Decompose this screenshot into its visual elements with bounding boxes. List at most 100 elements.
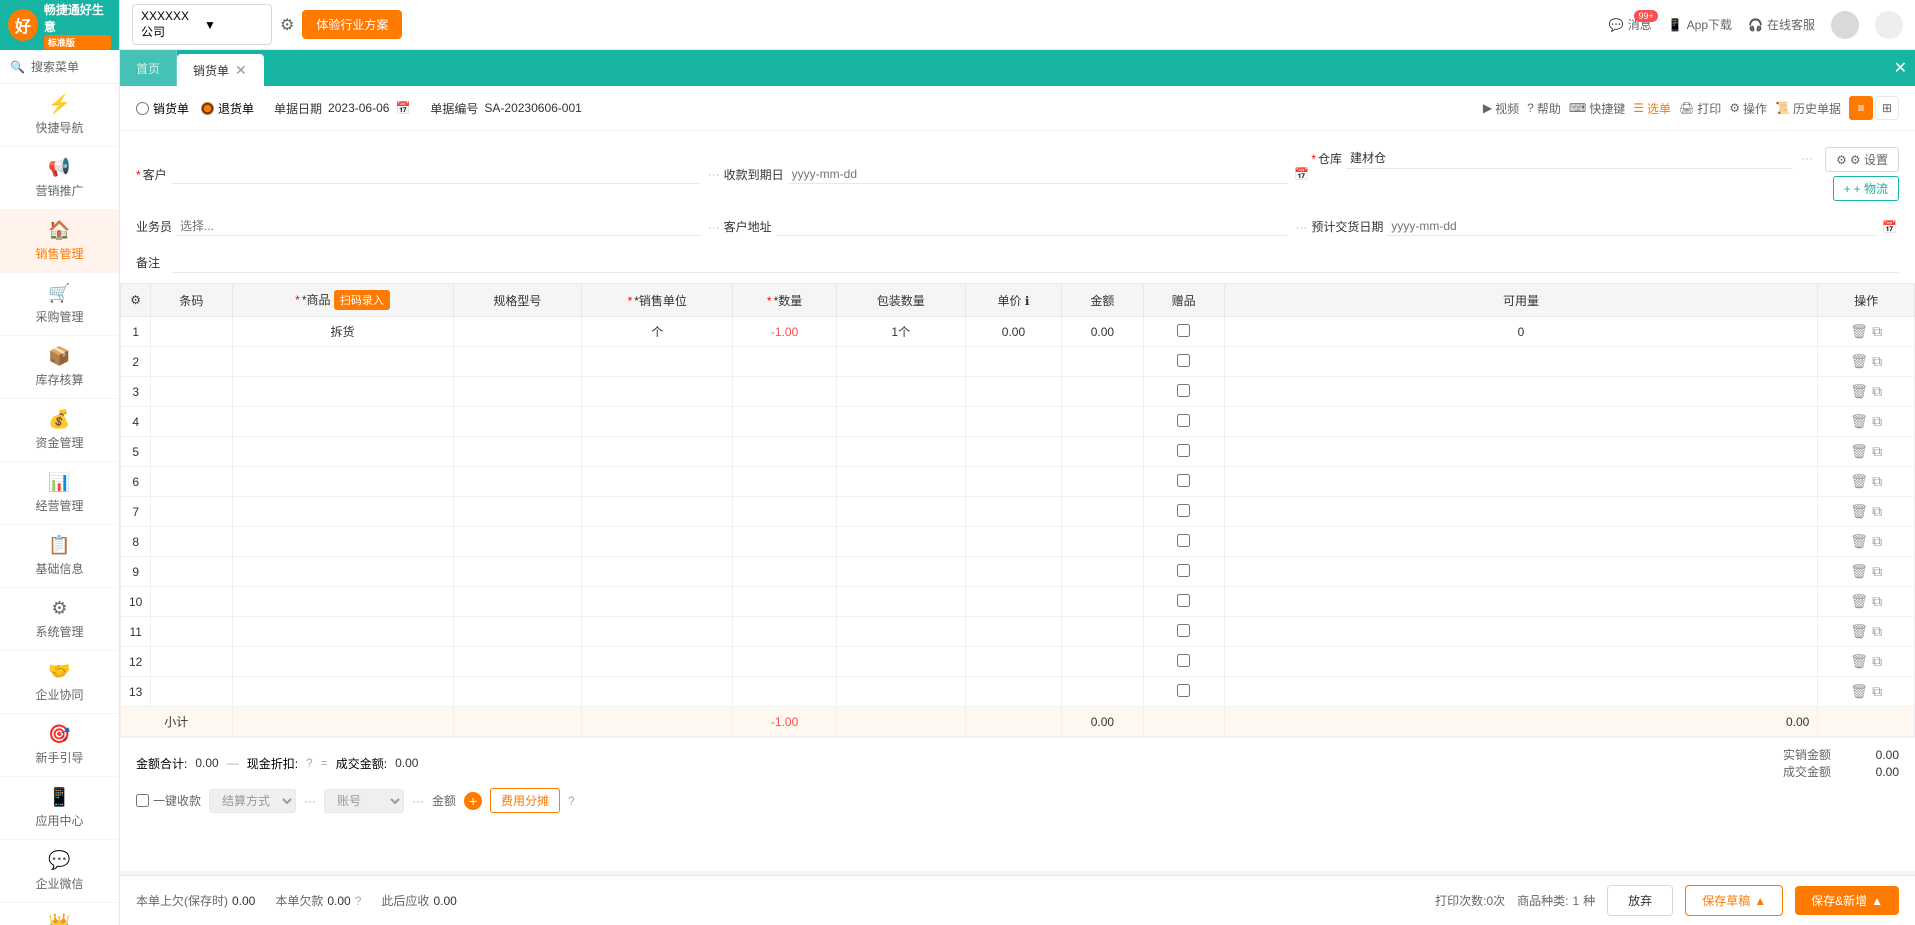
copy-row-icon[interactable]: ⧉ — [1872, 473, 1882, 490]
grid-view-btn[interactable]: ⊞ — [1875, 96, 1899, 120]
copy-row-icon[interactable]: ⧉ — [1872, 533, 1882, 550]
copy-row-icon[interactable]: ⧉ — [1872, 653, 1882, 670]
delete-row-icon[interactable]: 🗑 — [1850, 623, 1868, 640]
sidebar-item-collab[interactable]: 🤝 企业协同 — [0, 651, 119, 714]
help-action[interactable]: ? 帮助 — [1527, 100, 1561, 117]
save-draft-button[interactable]: 保存草稿 ▲ — [1685, 885, 1783, 916]
cash-discount-help-icon[interactable]: ? — [306, 756, 313, 770]
flow-button[interactable]: + + 物流 — [1833, 176, 1899, 201]
tab-sales-order[interactable]: 销货单 ✕ — [177, 54, 264, 86]
close-window-icon[interactable]: ✕ — [1894, 58, 1907, 78]
settlement-method-select[interactable]: 结算方式 — [209, 789, 296, 813]
trial-button[interactable]: 体验行业方案 — [302, 10, 402, 39]
row-barcode[interactable] — [151, 317, 232, 347]
operate-action[interactable]: ⚙ 操作 — [1729, 100, 1767, 117]
online-service-button[interactable]: 🎧 在线客服 — [1748, 16, 1815, 33]
copy-row-icon[interactable]: ⧉ — [1872, 443, 1882, 460]
tab-home[interactable]: 首页 — [120, 50, 177, 86]
scan-barcode-button[interactable]: 扫码录入 — [334, 290, 390, 310]
row-gift[interactable] — [1143, 317, 1224, 347]
copy-row-icon[interactable]: ⧉ — [1872, 323, 1882, 340]
settings-icon[interactable]: ⚙ — [280, 15, 294, 35]
row-spec[interactable] — [453, 317, 582, 347]
radio-sale-order[interactable]: 销货单 — [136, 100, 189, 117]
delete-row-icon[interactable]: 🗑 — [1850, 653, 1868, 670]
sidebar-item-basic-info[interactable]: 📋 基础信息 — [0, 525, 119, 588]
copy-row-icon[interactable]: ⧉ — [1872, 563, 1882, 580]
discard-button[interactable]: 放弃 — [1607, 885, 1673, 916]
delete-row-icon[interactable]: 🗑 — [1850, 533, 1868, 550]
history-action[interactable]: 📜 历史单据 — [1775, 100, 1841, 117]
company-selector[interactable]: XXXXXX公司 ▼ — [132, 4, 272, 45]
save-new-button[interactable]: 保存&新增 ▲ — [1795, 886, 1899, 915]
account-more-icon[interactable]: ··· — [412, 794, 424, 808]
customer-address-input[interactable] — [776, 217, 1288, 236]
sidebar-item-app-center[interactable]: 📱 应用中心 — [0, 777, 119, 840]
delete-row-icon[interactable]: 🗑 — [1850, 353, 1868, 370]
delete-row-icon[interactable]: 🗑 — [1850, 413, 1868, 430]
account-select[interactable]: 账号 — [324, 789, 404, 813]
select-action[interactable]: ☰ 选单 — [1633, 100, 1671, 117]
tab-close-icon[interactable]: ✕ — [235, 62, 247, 79]
sidebar-item-purchase[interactable]: 🛒 采购管理 — [0, 273, 119, 336]
remark-input[interactable] — [172, 252, 1899, 273]
setup-button[interactable]: ⚙ ⚙ 设置 — [1825, 147, 1899, 172]
copy-row-icon[interactable]: ⧉ — [1872, 503, 1882, 520]
bill-due-help-icon[interactable]: ? — [355, 894, 362, 908]
expense-split-button[interactable]: 费用分摊 — [490, 788, 560, 813]
receive-date-calendar-icon[interactable]: 📅 — [1292, 167, 1311, 181]
address-more-icon[interactable]: ··· — [1291, 220, 1311, 234]
settlement-more-icon[interactable]: ··· — [304, 794, 316, 808]
delete-row-icon[interactable]: 🗑 — [1850, 683, 1868, 700]
delete-row-icon[interactable]: 🗑 — [1850, 473, 1868, 490]
gear-icon[interactable]: ⚙ — [130, 293, 141, 307]
row-qty[interactable]: -1.00 — [733, 317, 837, 347]
expected-delivery-input[interactable] — [1387, 217, 1876, 236]
sidebar-item-system[interactable]: ⚙ 系统管理 — [0, 588, 119, 651]
sidebar-item-finance[interactable]: 💰 资金管理 — [0, 399, 119, 462]
sidebar-item-guide[interactable]: 🎯 新手引导 — [0, 714, 119, 777]
delete-row-icon[interactable]: 🗑 — [1850, 443, 1868, 460]
add-payment-button[interactable]: + — [464, 792, 482, 810]
row-gift-2[interactable] — [1143, 347, 1224, 377]
one-key-payment-checkbox[interactable]: 一键收款 — [136, 792, 201, 809]
copy-row-icon[interactable]: ⧉ — [1872, 593, 1882, 610]
delete-row-icon[interactable]: 🗑 — [1850, 593, 1868, 610]
delete-row-icon[interactable]: 🗑 — [1850, 323, 1868, 340]
app-download-button[interactable]: 📱 App下载 — [1668, 16, 1732, 33]
copy-row-icon[interactable]: ⧉ — [1872, 683, 1882, 700]
print-action[interactable]: 🖨 打印 — [1679, 100, 1721, 117]
list-view-btn[interactable]: ≡ — [1849, 96, 1873, 120]
copy-row-icon[interactable]: ⧉ — [1872, 383, 1882, 400]
row-price[interactable]: 0.00 — [965, 317, 1062, 347]
delivery-calendar-icon[interactable]: 📅 — [1880, 220, 1899, 234]
customer-input[interactable] — [171, 165, 700, 184]
delete-row-icon[interactable]: 🗑 — [1850, 383, 1868, 400]
sidebar-item-wechat[interactable]: 💬 企业微信 — [0, 840, 119, 903]
delete-row-icon[interactable]: 🗑 — [1850, 563, 1868, 580]
copy-row-icon[interactable]: ⧉ — [1872, 623, 1882, 640]
warehouse-more-icon[interactable]: ··· — [1797, 151, 1817, 165]
sidebar-item-sales[interactable]: 🏠 销售管理 — [0, 210, 119, 273]
user-avatar[interactable] — [1831, 11, 1859, 39]
radio-return-order[interactable]: 退货单 — [201, 100, 254, 117]
copy-row-icon[interactable]: ⧉ — [1872, 353, 1882, 370]
receive-date-input[interactable] — [788, 165, 1289, 184]
expense-help-icon[interactable]: ? — [568, 794, 575, 808]
message-button[interactable]: 💬 消息 99+ — [1609, 16, 1652, 33]
sidebar-item-marketing[interactable]: 📢 营销推广 — [0, 147, 119, 210]
user-settings[interactable] — [1875, 11, 1903, 39]
sidebar-item-member[interactable]: 👑 畅会员 — [0, 903, 119, 925]
delete-row-icon[interactable]: 🗑 — [1850, 503, 1868, 520]
salesperson-more-icon[interactable]: ··· — [704, 220, 724, 234]
video-action[interactable]: ▶ 视频 — [1483, 100, 1519, 117]
sidebar-item-operations[interactable]: 📊 经营管理 — [0, 462, 119, 525]
sidebar-item-inventory[interactable]: 📦 库存核算 — [0, 336, 119, 399]
copy-row-icon[interactable]: ⧉ — [1872, 413, 1882, 430]
calendar-date-icon[interactable]: 📅 — [395, 101, 410, 115]
customer-more-icon[interactable]: ··· — [704, 167, 724, 181]
shortcut-action[interactable]: ⌨ 快捷键 — [1569, 100, 1625, 117]
sidebar-item-quick-nav[interactable]: ⚡ 快捷导航 — [0, 84, 119, 147]
search-menu[interactable]: 🔍 搜索菜单 — [0, 50, 119, 84]
salesperson-input[interactable] — [176, 217, 700, 236]
